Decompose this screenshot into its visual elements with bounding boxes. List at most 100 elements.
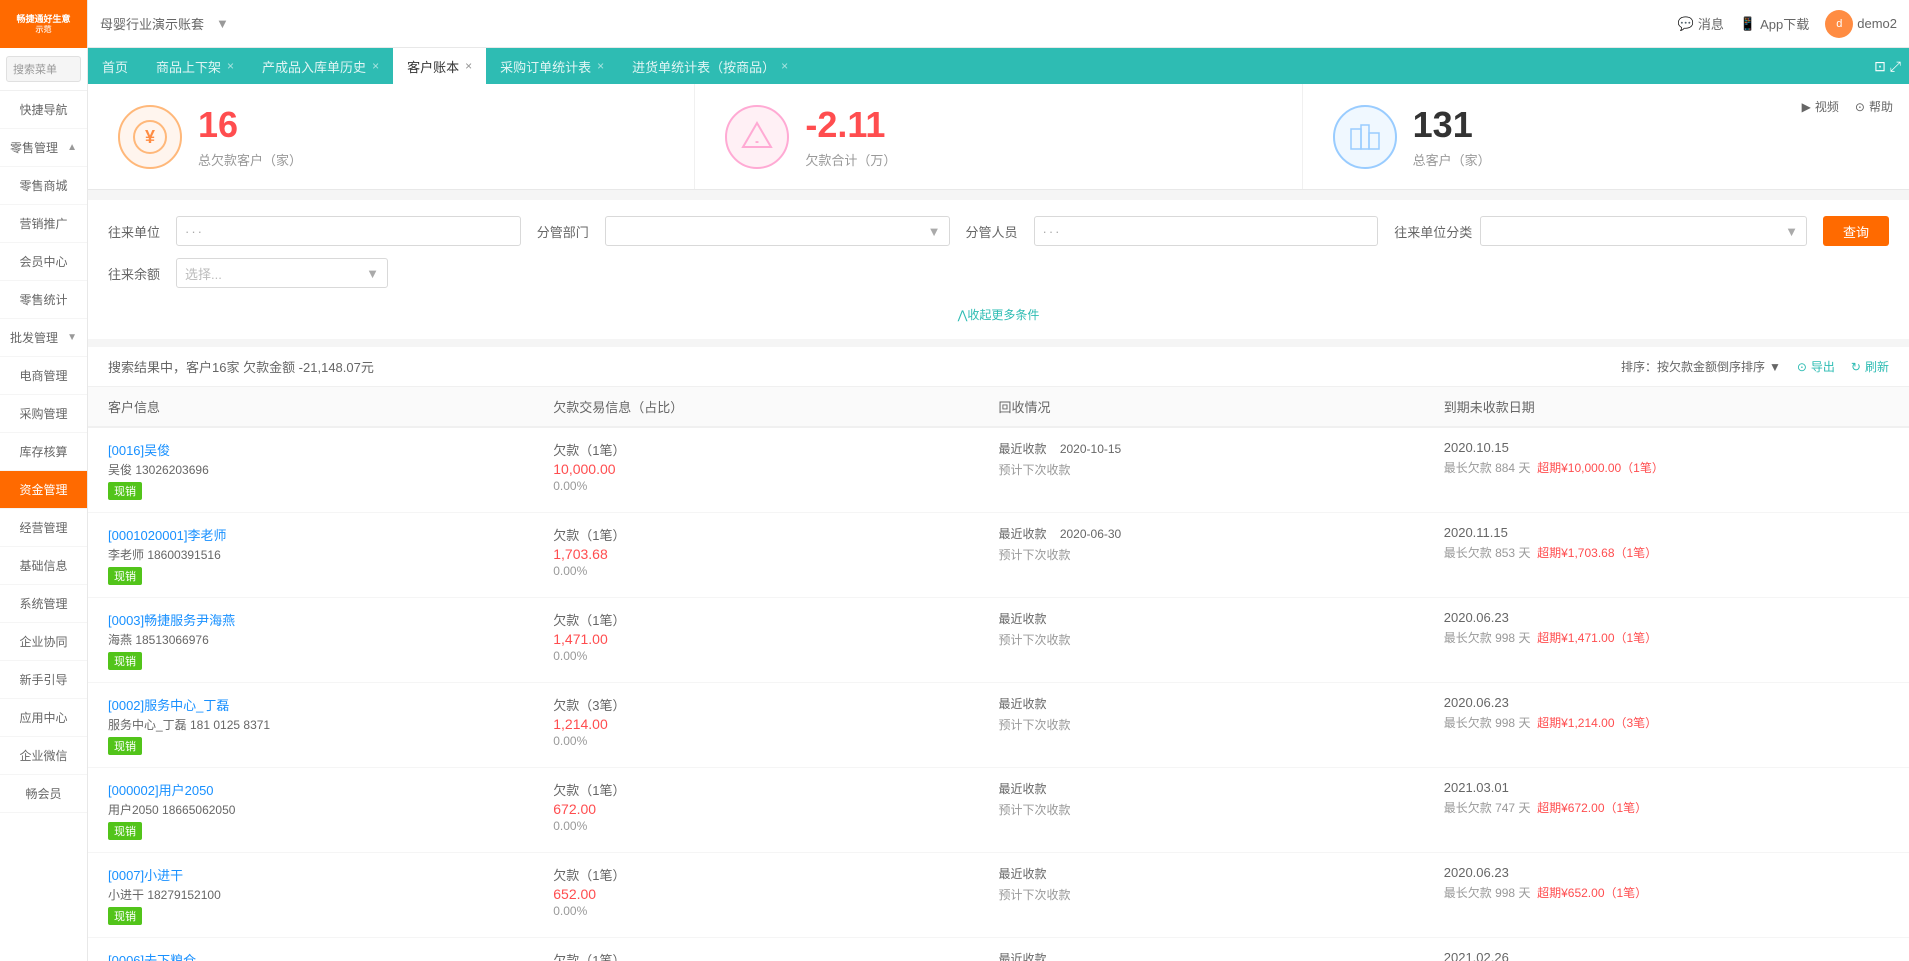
export-label: 导出 — [1811, 358, 1835, 375]
search-button[interactable]: 查询 — [1823, 216, 1889, 246]
tab-product-history[interactable]: 产成品入库单历史 × — [248, 48, 393, 84]
video-button[interactable]: ▶ 视频 — [1802, 98, 1839, 115]
sidebar-item-system[interactable]: 系统管理 — [0, 585, 87, 623]
user-menu[interactable]: d demo2 — [1825, 10, 1897, 38]
tab-purchase-order[interactable]: 采购订单统计表 × — [486, 48, 618, 84]
help-button[interactable]: ⊙ 帮助 — [1855, 98, 1893, 115]
sidebar-item-ecommerce[interactable]: 电商管理 — [0, 357, 87, 395]
customer-name-link[interactable]: [0016]吴俊 — [108, 440, 553, 459]
customer-name-link[interactable]: [0006]去下粮仓 — [108, 950, 553, 961]
tab-inbound-stats[interactable]: 进货单统计表（按商品） × — [618, 48, 802, 84]
sort-button[interactable]: 排序：按欠款金额倒序排序 ▼ — [1621, 358, 1781, 375]
sidebar-item-wechat[interactable]: 企业微信 — [0, 737, 87, 775]
tab-product-status-label: 商品上下架 — [156, 57, 221, 76]
sidebar-item-guide[interactable]: 新手引导 — [0, 661, 87, 699]
overdue-amount-link[interactable]: 超期¥1,214.00（3笔） — [1537, 716, 1657, 730]
due-date: 2020.06.23 — [1444, 695, 1889, 710]
debt-amount[interactable]: 1,703.68 — [553, 546, 998, 562]
filter-balance: 往来余额 选择... ▼ — [108, 258, 388, 288]
close-icon[interactable]: × — [781, 59, 788, 73]
last-recovery-date: 最近收款 — [999, 695, 1444, 712]
customer-name-link[interactable]: [000002]用户2050 — [108, 780, 553, 799]
customer-tag: 现销 — [108, 737, 142, 755]
close-icon[interactable]: × — [372, 59, 379, 73]
window-maximize-icon[interactable]: ⤢ — [1890, 58, 1901, 75]
customer-name-link[interactable]: [0007]小进干 — [108, 865, 553, 884]
sidebar-item-quick-nav[interactable]: 快捷导航 — [0, 91, 87, 129]
table-row: [0007]小进干 小进干 18279152100 现销 欠款（1笔） 652.… — [88, 853, 1909, 938]
col-due-date: 到期未收款日期 — [1444, 397, 1889, 416]
table-row: [0002]服务中心_丁磊 服务中心_丁磊 181 0125 8371 现销 欠… — [88, 683, 1909, 768]
debt-amount[interactable]: 1,471.00 — [553, 631, 998, 647]
unit-category-input[interactable]: ▼ — [1480, 216, 1807, 246]
sidebar-item-retail-store[interactable]: 零售商城 — [0, 167, 87, 205]
debt-amount[interactable]: 1,214.00 — [553, 716, 998, 732]
sidebar-item-marketing[interactable]: 营销推广 — [0, 205, 87, 243]
sidebar-item-retail-stats[interactable]: 零售统计 — [0, 281, 87, 319]
overdue-amount-link[interactable]: 超期¥1,471.00（1笔） — [1537, 631, 1657, 645]
company-dropdown-icon[interactable]: ▼ — [216, 16, 229, 31]
refresh-button[interactable]: ↻ 刷新 — [1851, 358, 1889, 375]
tab-home[interactable]: 首页 — [88, 48, 142, 84]
sidebar-item-operations[interactable]: 经营管理 — [0, 509, 87, 547]
balance-value: 选择... — [185, 264, 222, 283]
export-button[interactable]: ⊙ 导出 — [1797, 358, 1835, 375]
filter-manager: 分管人员 ··· — [966, 216, 1379, 246]
collapse-button[interactable]: ⋀ 收起更多条件 — [108, 300, 1889, 329]
tab-customer-account[interactable]: 客户账本 × — [393, 48, 486, 84]
filter-unit-category: 往来单位分类 ▼ — [1394, 216, 1807, 246]
customer-name-link[interactable]: [0002]服务中心_丁磊 — [108, 695, 553, 714]
top-bar-right: 💬 消息 📱 App下载 d demo2 — [1678, 10, 1897, 38]
col-customer-info: 客户信息 — [108, 397, 553, 416]
source-unit-input[interactable]: ··· — [176, 216, 521, 246]
customer-name-link[interactable]: [0001020001]李老师 — [108, 525, 553, 544]
last-recovery-date: 最近收款 — [999, 865, 1444, 882]
debt-amount[interactable]: 10,000.00 — [553, 461, 998, 477]
overdue-amount-link[interactable]: 超期¥1,703.68（1笔） — [1537, 546, 1657, 560]
debt-total-label: 欠款合计（万） — [805, 150, 896, 169]
sidebar-item-member[interactable]: 会员中心 — [0, 243, 87, 281]
close-icon[interactable]: × — [465, 59, 472, 73]
due-date-cell: 2020.06.23 最长欠款 998 天 超期¥1,214.00（3笔） — [1444, 695, 1889, 731]
export-icon: ⊙ — [1797, 360, 1807, 374]
debt-info-cell: 欠款（1笔） 672.00 0.00% — [553, 780, 998, 833]
message-button[interactable]: 💬 消息 — [1678, 14, 1724, 33]
close-icon[interactable]: × — [227, 59, 234, 73]
stat-card-total-customer-values: 131 总客户（家） — [1413, 104, 1491, 169]
sidebar-item-purchase[interactable]: 采购管理 — [0, 395, 87, 433]
app-download-button[interactable]: 📱 App下载 — [1740, 14, 1809, 33]
filter-dots-icon: ··· — [185, 224, 204, 239]
debt-amount[interactable]: 672.00 — [553, 801, 998, 817]
chevron-up-icon: ⋀ — [958, 308, 968, 322]
customer-tag: 现销 — [108, 482, 142, 500]
overdue-amount-link[interactable]: 超期¥652.00（1笔） — [1537, 886, 1647, 900]
overdue-amount-link[interactable]: 超期¥10,000.00（1笔） — [1537, 461, 1664, 475]
results-summary: 搜索结果中，客户16家 欠款金额 -21,148.07元 排序：按欠款金额倒序排… — [88, 347, 1909, 387]
sidebar-item-basic-info[interactable]: 基础信息 — [0, 547, 87, 585]
debt-count: 欠款（1笔） — [553, 780, 998, 799]
sidebar-item-enterprise[interactable]: 企业协同 — [0, 623, 87, 661]
window-restore-icon[interactable]: ⊡ — [1874, 58, 1886, 75]
overdue-amount-link[interactable]: 超期¥672.00（1笔） — [1537, 801, 1647, 815]
due-date-cell: 2020.06.23 最长欠款 998 天 超期¥1,471.00（1笔） — [1444, 610, 1889, 646]
dept-input[interactable]: ▼ — [605, 216, 950, 246]
search-menu-button[interactable]: 搜索菜单 — [6, 56, 81, 82]
tab-home-label: 首页 — [102, 57, 128, 76]
sidebar-item-retail-mgmt[interactable]: 零售管理 ▲ — [0, 129, 87, 167]
debt-amount[interactable]: 652.00 — [553, 886, 998, 902]
debt-info-cell: 欠款（3笔） 1,214.00 0.00% — [553, 695, 998, 748]
sidebar-item-inventory[interactable]: 库存核算 — [0, 433, 87, 471]
tab-product-status[interactable]: 商品上下架 × — [142, 48, 248, 84]
close-icon[interactable]: × — [597, 59, 604, 73]
sidebar-item-batch-mgmt[interactable]: 批发管理 ▼ — [0, 319, 87, 357]
customer-name-link[interactable]: [0003]畅捷服务尹海燕 — [108, 610, 553, 629]
table-row: [0003]畅捷服务尹海燕 海燕 18513066976 现销 欠款（1笔） 1… — [88, 598, 1909, 683]
sidebar-item-app-center[interactable]: 应用中心 — [0, 699, 87, 737]
sidebar-item-finance[interactable]: 资金管理 — [0, 471, 87, 509]
sidebar-item-member-vip[interactable]: 畅会员 — [0, 775, 87, 813]
recovery-cell: 最近收款 预计下次收款 — [999, 610, 1444, 648]
due-date: 2020.11.15 — [1444, 525, 1889, 540]
manager-input[interactable]: ··· — [1034, 216, 1379, 246]
balance-select[interactable]: 选择... ▼ — [176, 258, 388, 288]
debt-total-value: -2.11 — [805, 104, 896, 146]
